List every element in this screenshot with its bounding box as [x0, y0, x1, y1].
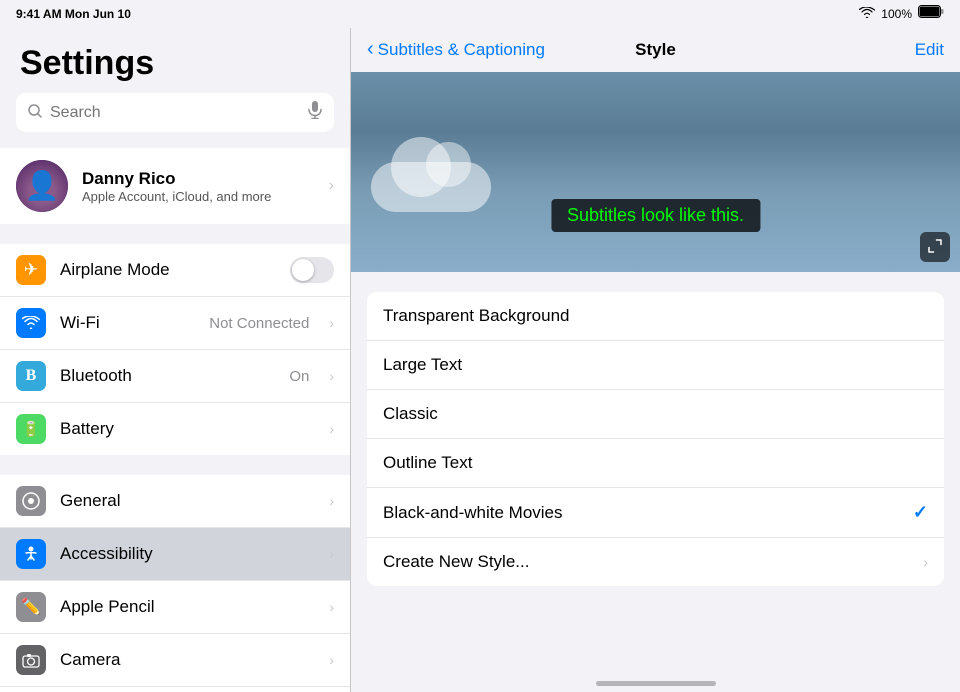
- nav-back-button[interactable]: ‹ Subtitles & Captioning: [367, 39, 545, 61]
- battery-icon: [918, 5, 944, 23]
- settings-group-apps: General › Accessibility › ✏️: [0, 475, 350, 692]
- subtitle-caption: Subtitles look like this.: [551, 199, 760, 232]
- general-label: General: [60, 491, 315, 511]
- bw-movies-checkmark-icon: ✓: [913, 502, 928, 523]
- camera-label: Camera: [60, 650, 315, 670]
- general-icon: [16, 486, 46, 516]
- status-icons: 100%: [859, 5, 944, 23]
- expand-icon: [928, 239, 942, 256]
- nav-edit-button[interactable]: Edit: [915, 40, 944, 60]
- settings-item-accessibility[interactable]: Accessibility ›: [0, 528, 350, 581]
- settings-item-control-center[interactable]: Control Center ›: [0, 687, 350, 692]
- style-item-large-text[interactable]: Large Text: [367, 341, 944, 390]
- accessibility-chevron-icon: ›: [329, 546, 334, 562]
- apple-pencil-icon: ✏️: [16, 592, 46, 622]
- general-chevron-icon: ›: [329, 493, 334, 509]
- account-row[interactable]: Danny Rico Apple Account, iCloud, and mo…: [0, 148, 350, 224]
- wifi-settings-icon: [16, 308, 46, 338]
- bluetooth-chevron-icon: ›: [329, 368, 334, 384]
- style-item-create-new[interactable]: Create New Style... ›: [367, 538, 944, 586]
- settings-item-airplane-mode[interactable]: ✈ Airplane Mode: [0, 244, 350, 297]
- airplane-mode-label: Airplane Mode: [60, 260, 276, 280]
- settings-item-wifi[interactable]: Wi-Fi Not Connected ›: [0, 297, 350, 350]
- nav-title: Style: [635, 40, 676, 60]
- battery-percent: 100%: [881, 7, 912, 21]
- bluetooth-value: On: [289, 368, 309, 385]
- account-subtitle: Apple Account, iCloud, and more: [82, 189, 271, 204]
- settings-item-camera[interactable]: Camera ›: [0, 634, 350, 687]
- airplane-mode-icon: ✈: [16, 255, 46, 285]
- battery-settings-icon: 🔋: [16, 414, 46, 444]
- microphone-icon: [308, 101, 322, 124]
- style-item-classic[interactable]: Classic: [367, 390, 944, 439]
- wifi-label: Wi-Fi: [60, 313, 195, 333]
- camera-chevron-icon: ›: [329, 652, 334, 668]
- battery-chevron-icon: ›: [329, 421, 334, 437]
- outline-text-label: Outline Text: [383, 453, 472, 473]
- style-options-group: Transparent Background Large Text Classi…: [367, 292, 944, 586]
- accessibility-icon: [16, 539, 46, 569]
- style-item-transparent-bg[interactable]: Transparent Background: [367, 292, 944, 341]
- large-text-label: Large Text: [383, 355, 462, 375]
- cloud-decoration: [371, 162, 491, 212]
- classic-label: Classic: [383, 404, 438, 424]
- home-indicator: [351, 672, 960, 692]
- search-icon: [28, 104, 42, 121]
- airplane-mode-toggle[interactable]: [290, 257, 334, 283]
- account-name: Danny Rico: [82, 169, 271, 189]
- transparent-bg-label: Transparent Background: [383, 306, 569, 326]
- right-panel: ‹ Subtitles & Captioning Style Edit Subt…: [351, 28, 960, 692]
- style-item-bw-movies[interactable]: Black-and-white Movies ✓: [367, 488, 944, 538]
- settings-title: Settings: [0, 28, 350, 93]
- apple-pencil-chevron-icon: ›: [329, 599, 334, 615]
- avatar: [16, 160, 68, 212]
- sidebar: Settings: [0, 28, 350, 692]
- wifi-value: Not Connected: [209, 315, 309, 332]
- account-chevron-icon: ›: [329, 177, 334, 195]
- expand-button[interactable]: [920, 232, 950, 262]
- main-layout: Settings: [0, 28, 960, 692]
- settings-item-apple-pencil[interactable]: ✏️ Apple Pencil ›: [0, 581, 350, 634]
- bluetooth-label: Bluetooth: [60, 366, 275, 386]
- search-bar[interactable]: [16, 93, 334, 132]
- style-item-outline-text[interactable]: Outline Text: [367, 439, 944, 488]
- style-list: Transparent Background Large Text Classi…: [351, 272, 960, 672]
- settings-item-general[interactable]: General ›: [0, 475, 350, 528]
- create-new-style-chevron-icon: ›: [923, 554, 928, 570]
- accessibility-label: Accessibility: [60, 544, 315, 564]
- create-new-style-label: Create New Style...: [383, 552, 529, 572]
- settings-item-battery[interactable]: 🔋 Battery ›: [0, 403, 350, 455]
- settings-item-bluetooth[interactable]: B Bluetooth On ›: [0, 350, 350, 403]
- home-bar: [596, 681, 716, 686]
- wifi-chevron-icon: ›: [329, 315, 334, 331]
- subtitle-preview: Subtitles look like this.: [351, 72, 960, 272]
- wifi-icon: [859, 7, 875, 22]
- bw-movies-label: Black-and-white Movies: [383, 503, 563, 523]
- apple-pencil-label: Apple Pencil: [60, 597, 315, 617]
- nav-back-label: Subtitles & Captioning: [378, 40, 545, 60]
- status-bar: 9:41 AM Mon Jun 10 100%: [0, 0, 960, 28]
- bluetooth-icon: B: [16, 361, 46, 391]
- settings-group-network: ✈ Airplane Mode Wi-Fi Not Connected ›: [0, 244, 350, 455]
- status-time: 9:41 AM Mon Jun 10: [16, 7, 131, 21]
- top-nav: ‹ Subtitles & Captioning Style Edit: [351, 28, 960, 72]
- search-input[interactable]: [50, 104, 300, 122]
- camera-icon: [16, 645, 46, 675]
- back-chevron-icon: ‹: [367, 38, 374, 61]
- battery-label: Battery: [60, 419, 315, 439]
